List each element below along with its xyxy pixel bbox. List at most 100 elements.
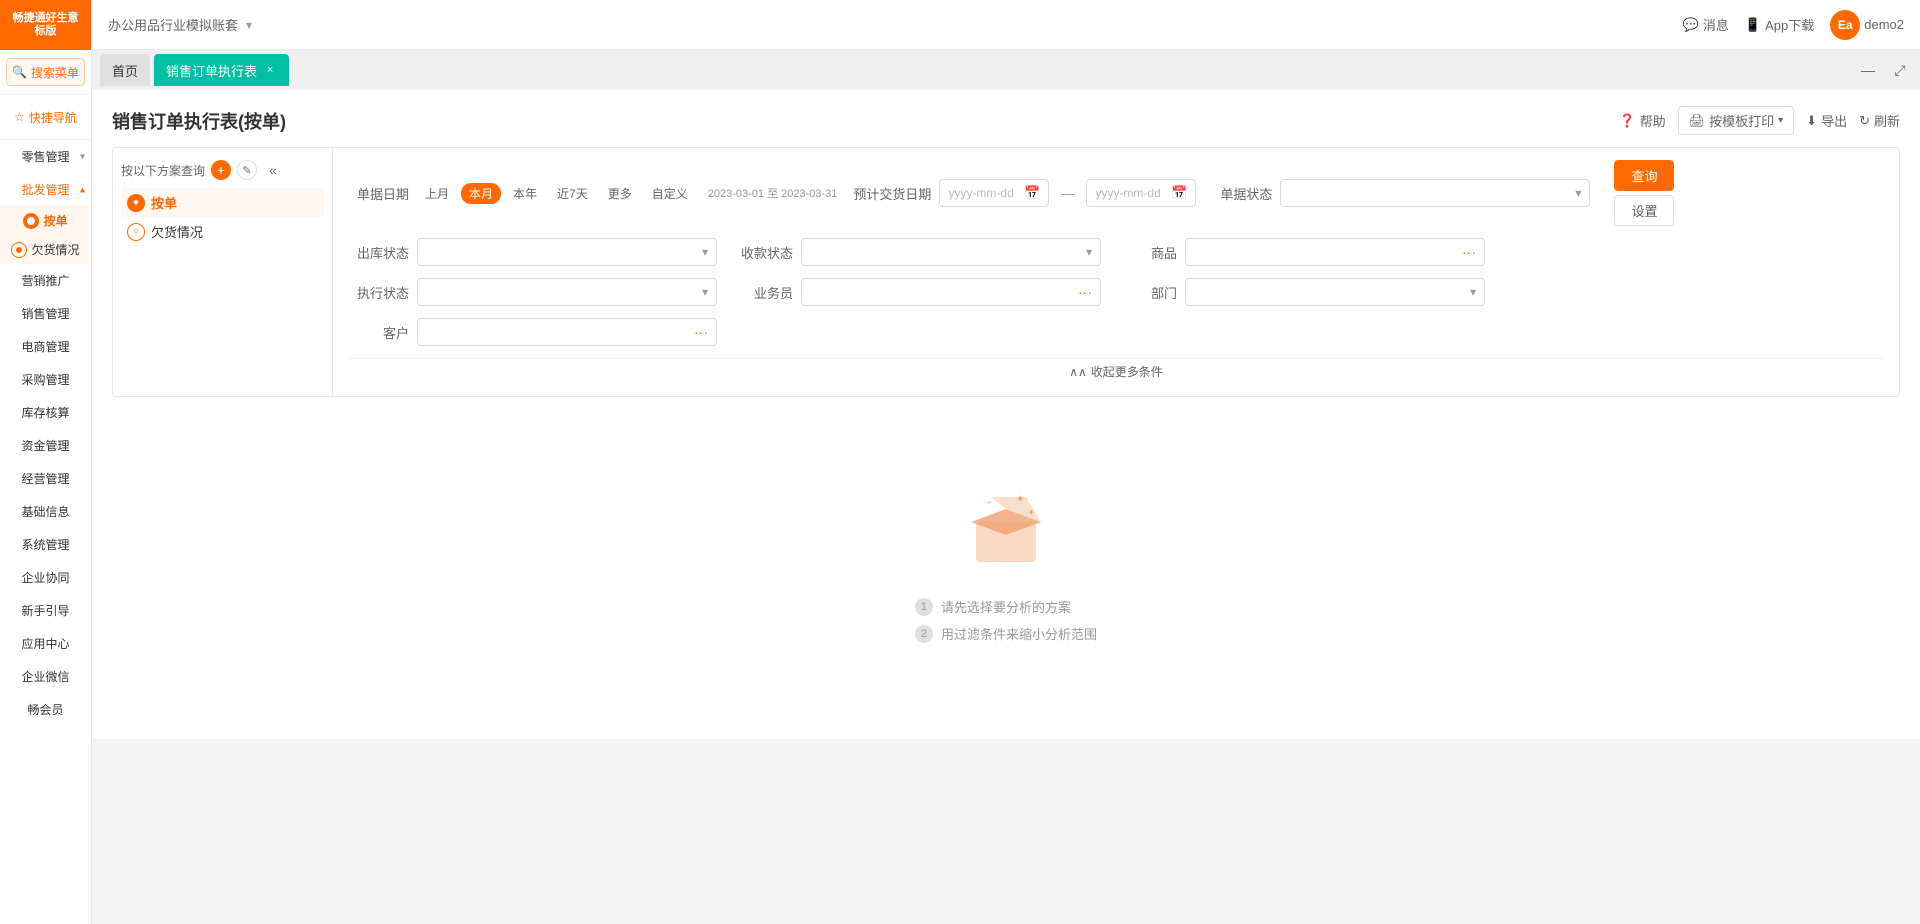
department-select[interactable]: ▾ — [1185, 278, 1485, 306]
filter-form: 单据日期 上月 本月 本年 近7天 更多 自定义 2023-03-01 至 20… — [333, 148, 1899, 396]
filter-left-ops: + ✎ « — [211, 160, 283, 180]
sidebar-item-inventory[interactable]: 库存核算 — [0, 396, 91, 429]
main-content: 办公用品行业模拟账套 ▾ 💬 消息 📱 App下载 Ea demo2 首页 — [92, 0, 1920, 924]
sidebar-item-marketing[interactable]: 营销推广 — [0, 264, 91, 297]
collect-status-select[interactable]: ▾ — [801, 238, 1101, 266]
collapse-sidebar-button[interactable]: « — [263, 160, 283, 180]
breadcrumb-dropdown-icon[interactable]: ▾ — [246, 18, 252, 32]
svg-text:✦: ✦ — [1016, 494, 1024, 505]
query-button[interactable]: 查询 — [1614, 160, 1674, 191]
date-tab-more[interactable]: 更多 — [600, 183, 640, 204]
bill-status-select[interactable]: ▾ — [1280, 179, 1590, 207]
svg-text:✦: ✦ — [1028, 508, 1035, 517]
out-status-arrow-icon: ▾ — [702, 245, 708, 259]
search-icon: 🔍 — [12, 65, 27, 79]
expected-date-end-input[interactable]: yyyy-mm-dd 📅 — [1086, 179, 1196, 207]
sidebar-item-wechat[interactable]: 企业微信 — [0, 660, 91, 693]
sidebar-item-enterprise[interactable]: 企业协同 — [0, 561, 91, 594]
scheme-item-order[interactable]: ● 按单 — [121, 188, 324, 217]
sidebar-item-wholesale-label: 批发管理 — [21, 181, 69, 198]
refresh-button[interactable]: ↻ 刷新 — [1859, 111, 1900, 130]
tab-close-icon[interactable]: × — [263, 63, 277, 77]
sidebar: 畅捷通好生意 标版 🔍 搜索菜单 ☆ 快捷导航 零售管理 ▾ 批发管理 ▴ — [0, 0, 92, 924]
header-right: 💬 消息 📱 App下载 Ea demo2 — [1683, 10, 1904, 40]
customer-select[interactable]: ··· — [417, 318, 717, 346]
bill-status-group: 单据状态 ▾ — [1212, 179, 1590, 207]
empty-tip-1: 1 请先选择要分析的方案 — [915, 597, 1097, 616]
goods-dots-icon[interactable]: ··· — [1462, 244, 1476, 260]
customer-label: 客户 — [349, 323, 409, 342]
sidebar-item-ecommerce-label: 电商管理 — [21, 338, 69, 355]
salesperson-select[interactable]: ··· — [801, 278, 1101, 306]
bill-status-label: 单据状态 — [1212, 184, 1272, 203]
quick-nav-button[interactable]: ☆ 快捷导航 — [0, 101, 91, 133]
sidebar-item-basic[interactable]: 基础信息 — [0, 495, 91, 528]
svg-text:✦: ✦ — [986, 499, 992, 507]
sidebar-item-retail[interactable]: 零售管理 ▾ — [0, 140, 91, 173]
sidebar-item-operations[interactable]: 经营管理 — [0, 462, 91, 495]
date-tab-last-month[interactable]: 上月 — [417, 183, 457, 204]
customer-group: 客户 ··· — [349, 318, 717, 346]
app-download-button[interactable]: 📱 App下载 — [1745, 15, 1814, 34]
sidebar-item-wholesale[interactable]: 批发管理 ▴ — [0, 173, 91, 206]
sidebar-item-wechat-label: 企业微信 — [21, 668, 69, 685]
app-download-label: App下载 — [1765, 15, 1814, 34]
sidebar-item-system[interactable]: 系统管理 — [0, 528, 91, 561]
message-button[interactable]: 💬 消息 — [1683, 15, 1729, 34]
sidebar-item-basic-label: 基础信息 — [21, 503, 69, 520]
tab-minimize-icon[interactable]: — — [1856, 58, 1880, 82]
date-tab-this-year[interactable]: 本年 — [505, 183, 545, 204]
out-status-select[interactable]: ▾ — [417, 238, 717, 266]
empty-tip-2: 2 用过滤条件来缩小分析范围 — [915, 624, 1097, 643]
set-button[interactable]: 设置 — [1614, 195, 1674, 226]
customer-dots-icon[interactable]: ··· — [694, 324, 708, 340]
header: 办公用品行业模拟账套 ▾ 💬 消息 📱 App下载 Ea demo2 — [92, 0, 1920, 50]
sidebar-item-sales-label: 销售管理 — [21, 305, 69, 322]
submenu-item-shortage[interactable]: 欠货情况 — [0, 235, 91, 264]
sidebar-item-finance[interactable]: 资金管理 — [0, 429, 91, 462]
date-tab-custom[interactable]: 自定义 — [644, 183, 696, 204]
expected-date-start-input[interactable]: yyyy-mm-dd 📅 — [939, 179, 1049, 207]
sidebar-item-purchase[interactable]: 采购管理 — [0, 363, 91, 396]
tab-home[interactable]: 首页 — [100, 54, 150, 86]
export-button[interactable]: ⬇ 导出 — [1806, 111, 1847, 130]
sidebar-item-finance-label: 资金管理 — [21, 437, 69, 454]
search-menu-button[interactable]: 🔍 搜索菜单 — [6, 58, 85, 86]
tab-home-label: 首页 — [112, 61, 138, 80]
search-menu-label: 搜索菜单 — [31, 64, 79, 81]
wholesale-submenu: 按单 欠货情况 — [0, 206, 91, 264]
sidebar-item-newbie[interactable]: 新手引导 — [0, 594, 91, 627]
sidebar-item-sales[interactable]: 销售管理 — [0, 297, 91, 330]
header-breadcrumb: 办公用品行业模拟账套 ▾ — [108, 15, 252, 34]
exec-status-group: 执行状态 ▾ — [349, 278, 717, 306]
date-tab-this-month[interactable]: 本月 — [461, 183, 501, 204]
sidebar-item-inventory-label: 库存核算 — [21, 404, 69, 421]
tab-maximize-icon[interactable]: ⤢ — [1888, 58, 1912, 82]
bill-date-label: 单据日期 — [349, 184, 409, 203]
add-scheme-button[interactable]: + — [211, 160, 231, 180]
goods-select[interactable]: ··· — [1185, 238, 1485, 266]
exec-status-select[interactable]: ▾ — [417, 278, 717, 306]
quick-nav-label: 快捷导航 — [29, 109, 77, 126]
sidebar-item-member[interactable]: 畅会员 — [0, 693, 91, 726]
sidebar-item-ecommerce[interactable]: 电商管理 — [0, 330, 91, 363]
date-tab-7days[interactable]: 近7天 — [549, 183, 596, 204]
scheme-item-shortage[interactable]: ○ 欠货情况 — [121, 217, 324, 246]
tab-sales-order[interactable]: 销售订单执行表 × — [154, 54, 289, 86]
user-profile[interactable]: Ea demo2 — [1830, 10, 1904, 40]
goods-label: 商品 — [1117, 243, 1177, 262]
submenu-item-order[interactable]: 按单 — [0, 206, 91, 235]
sidebar-item-appstore[interactable]: 应用中心 — [0, 627, 91, 660]
expected-date-end-placeholder: yyyy-mm-dd — [1095, 186, 1160, 200]
print-button[interactable]: 🖨 按模板打印 ▾ — [1678, 106, 1795, 135]
retail-arrow-icon: ▾ — [80, 151, 85, 162]
edit-scheme-button[interactable]: ✎ — [237, 160, 257, 180]
avatar: Ea — [1830, 10, 1860, 40]
tip-2-num: 2 — [915, 625, 933, 643]
help-button[interactable]: ❓ 帮助 — [1619, 111, 1665, 130]
breadcrumb-text: 办公用品行业模拟账套 — [108, 15, 238, 34]
help-label: 帮助 — [1640, 111, 1666, 130]
collapse-filter-button[interactable]: ∧∧ 收起更多条件 — [1069, 363, 1163, 380]
calendar-end-icon: 📅 — [1171, 185, 1187, 201]
salesperson-dots-icon[interactable]: ··· — [1078, 284, 1092, 300]
